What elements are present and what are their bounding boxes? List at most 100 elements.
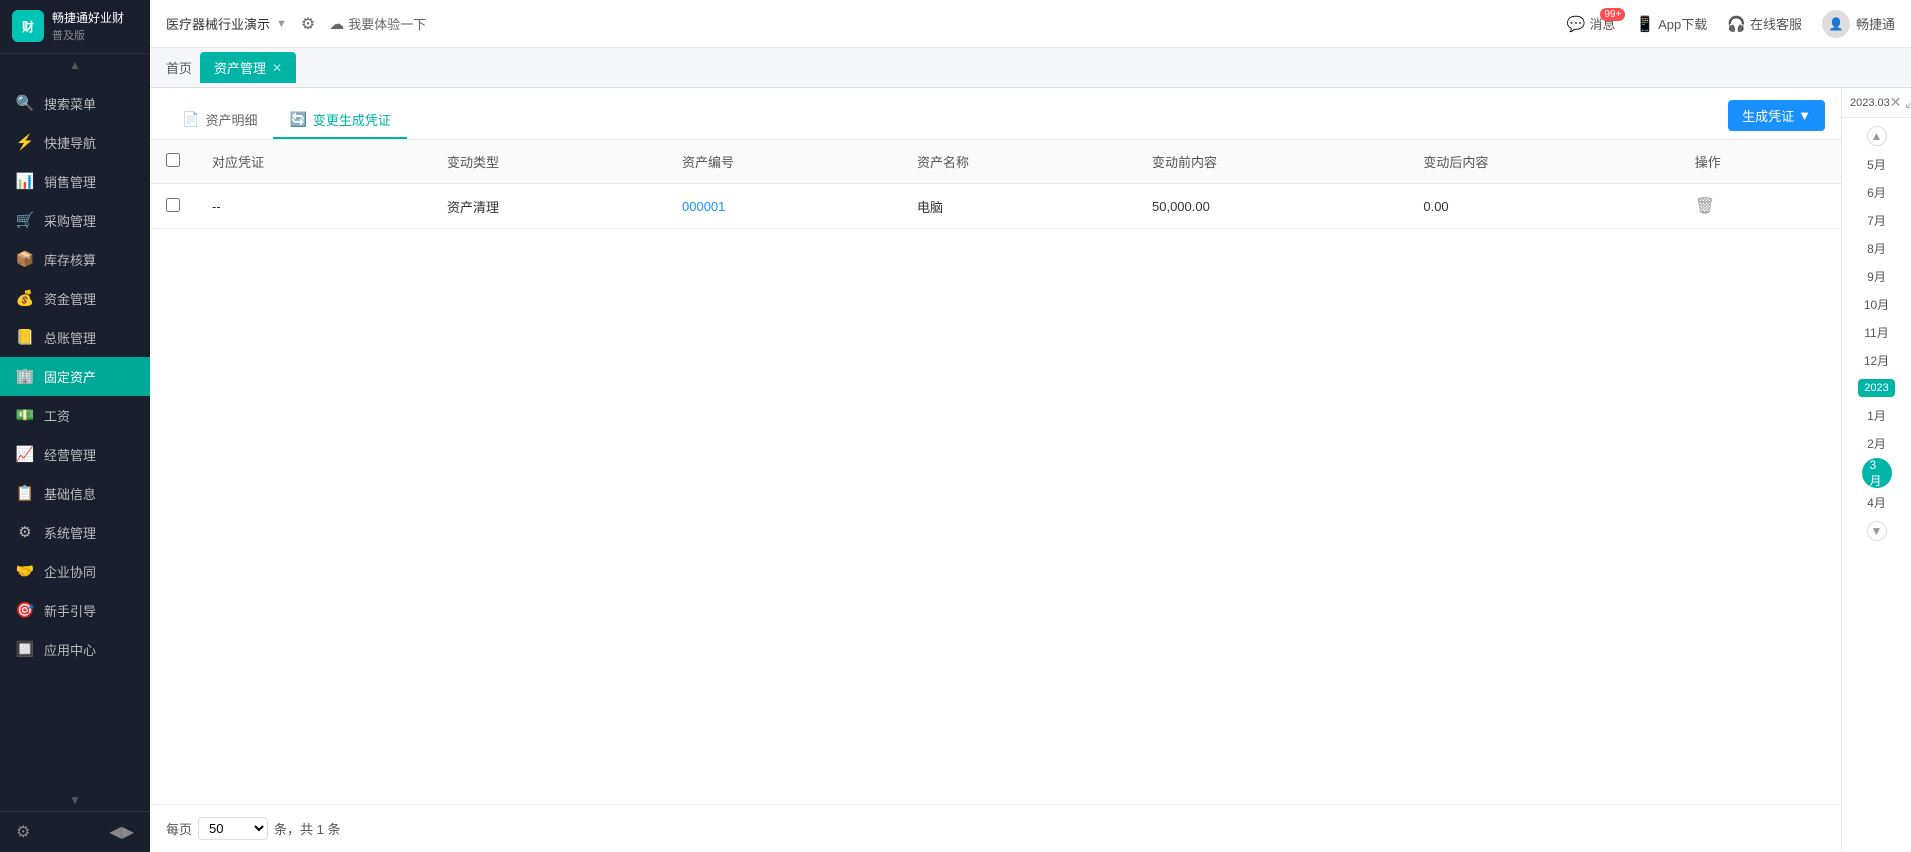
topbar: 医疗器械行业演示 ▼ ⚙ ☁ 我要体验一下 💬 消息 99+ 📱 App下载 🎧… (150, 0, 1911, 48)
date-scroll-up[interactable]: ▲ (1842, 122, 1911, 150)
logo: 财 畅捷通好业财 普及版 (0, 0, 150, 54)
payroll-icon: 💵 (16, 406, 34, 424)
collapse-icon[interactable]: ◀▶ (109, 822, 134, 842)
cell-before-content: 50,000.00 (1136, 184, 1407, 229)
date-panel-controls: ✕ ⤢ (1890, 94, 1911, 111)
sales-icon: 📊 (16, 172, 34, 190)
date-month-8[interactable]: 8月 (1846, 235, 1907, 262)
sidebar-item-inventory[interactable]: 📦 库存核算 (0, 240, 150, 279)
sidebar-label-quicknav: 快捷导航 (44, 133, 96, 152)
settings-icon[interactable]: ⚙ (16, 822, 30, 842)
sidebar-item-purchase[interactable]: 🛒 采购管理 (0, 201, 150, 240)
subtab-asset-detail[interactable]: 📄 资产明细 (166, 102, 273, 139)
cell-asset-name: 电脑 (901, 184, 1136, 229)
sidebar-item-search[interactable]: 🔍 搜索菜单 (0, 84, 150, 123)
search-icon: 🔍 (16, 94, 34, 112)
date-month-5[interactable]: 5月 (1846, 151, 1907, 178)
cell-asset-code[interactable]: 000001 (666, 184, 901, 229)
sidebar-item-appcenter[interactable]: 🔲 应用中心 (0, 630, 150, 669)
experience-label: 我要体验一下 (348, 14, 426, 33)
header-after-content: 变动后内容 (1407, 140, 1678, 184)
sidebar-item-guide[interactable]: 🎯 新手引导 (0, 591, 150, 630)
pagination: 每页 50 10 20 100 条，共 1 条 (150, 804, 1841, 852)
sidebar-label-funds: 资金管理 (44, 289, 96, 308)
header-asset-name: 资产名称 (901, 140, 1136, 184)
main-panel: 📄 资产明细 🔄 变更生成凭证 生成凭证 ▼ (150, 88, 1841, 852)
date-month-2023-4[interactable]: 4月 (1846, 489, 1907, 516)
sidebar-item-funds[interactable]: 💰 资金管理 (0, 279, 150, 318)
sidebar-item-assets[interactable]: 🏢 固定资产 (0, 357, 150, 396)
sidebar-scroll-up[interactable]: ▲ (0, 54, 150, 76)
year-2023-label[interactable]: 2023 (1858, 379, 1894, 397)
topbar-settings-icon[interactable]: ⚙ (301, 14, 315, 34)
row-checkbox[interactable] (166, 198, 180, 212)
date-month-12[interactable]: 12月 (1846, 347, 1907, 374)
cloud-icon: ☁ (329, 15, 344, 33)
date-month-7[interactable]: 7月 (1846, 207, 1907, 234)
company-chevron-icon: ▼ (276, 18, 287, 30)
ledger-icon: 📒 (16, 328, 34, 346)
table-row: -- 资产清理 000001 电脑 50,000.00 0.00 🗑 (150, 184, 1841, 229)
sidebar-item-basic[interactable]: 📋 基础信息 (0, 474, 150, 513)
header-change-type: 变动类型 (431, 140, 666, 184)
tab-home[interactable]: 首页 (166, 58, 192, 77)
date-panel-close-icon[interactable]: ✕ (1890, 94, 1902, 111)
company-selector[interactable]: 医疗器械行业演示 ▼ (166, 14, 287, 33)
topbar-right: 💬 消息 99+ 📱 App下载 🎧 在线客服 👤 畅捷通 (1567, 10, 1895, 38)
content-area: 📄 资产明细 🔄 变更生成凭证 生成凭证 ▼ (150, 88, 1911, 852)
header-voucher: 对应凭证 (196, 140, 431, 184)
user-menu[interactable]: 👤 畅捷通 (1822, 10, 1895, 38)
sidebar-item-collab[interactable]: 🤝 企业协同 (0, 552, 150, 591)
date-month-10[interactable]: 10月 (1846, 291, 1907, 318)
row-checkbox-cell (150, 184, 196, 229)
sidebar-item-sales[interactable]: 📊 销售管理 (0, 162, 150, 201)
generate-chevron-icon: ▼ (1798, 108, 1811, 123)
experience-button[interactable]: ☁ 我要体验一下 (329, 14, 426, 33)
sidebar-scroll-down[interactable]: ▼ (0, 789, 150, 811)
sidebar-item-quicknav[interactable]: ⚡ 快捷导航 (0, 123, 150, 162)
change-voucher-icon: 🔄 (289, 111, 306, 128)
username: 畅捷通 (1856, 14, 1895, 33)
date-month-11[interactable]: 11月 (1846, 319, 1907, 346)
date-panel-header: 2023.03 ✕ ⤢ (1842, 88, 1911, 118)
app-download-button[interactable]: 📱 App下载 (1635, 14, 1707, 33)
per-page-label: 每页 (166, 819, 192, 838)
generate-voucher-button[interactable]: 生成凭证 ▼ (1728, 100, 1825, 131)
delete-row-button[interactable]: 🗑 (1695, 198, 1715, 215)
quicknav-icon: ⚡ (16, 133, 34, 151)
sidebar-label-inventory: 库存核算 (44, 250, 96, 269)
year-2023-wrapper: 2023 (1842, 375, 1911, 401)
sidebar-item-system[interactable]: ⚙ 系统管理 (0, 513, 150, 552)
customer-service-button[interactable]: 🎧 在线客服 (1727, 14, 1802, 33)
inventory-icon: 📦 (16, 250, 34, 268)
purchase-icon: 🛒 (16, 211, 34, 229)
sidebar-item-ledger[interactable]: 📒 总账管理 (0, 318, 150, 357)
logo-icon: 财 (12, 10, 44, 42)
messages-button[interactable]: 💬 消息 99+ (1567, 14, 1616, 33)
topbar-left: 医疗器械行业演示 ▼ ⚙ ☁ 我要体验一下 (166, 14, 1567, 34)
date-month-2023-2[interactable]: 2月 (1846, 430, 1907, 457)
date-month-2023-3[interactable]: 3月 (1862, 458, 1892, 488)
generate-label: 生成凭证 (1742, 106, 1794, 125)
scroll-down-circle[interactable]: ▼ (1867, 521, 1887, 541)
headset-icon: 🎧 (1727, 15, 1746, 33)
date-month-6[interactable]: 6月 (1846, 179, 1907, 206)
select-all-checkbox[interactable] (166, 153, 180, 167)
sidebar-label-assets: 固定资产 (44, 367, 96, 386)
date-month-9[interactable]: 9月 (1846, 263, 1907, 290)
subtab-change-voucher[interactable]: 🔄 变更生成凭证 (273, 102, 406, 139)
subtab-change-label: 变更生成凭证 (313, 110, 391, 129)
guide-icon: 🎯 (16, 601, 34, 619)
per-page-select[interactable]: 50 10 20 100 (198, 817, 268, 840)
logo-subtitle: 普及版 (52, 27, 124, 43)
sidebar-item-payroll[interactable]: 💵 工资 (0, 396, 150, 435)
funds-icon: 💰 (16, 289, 34, 307)
tab-asset-management[interactable]: 资产管理 ✕ (200, 52, 296, 83)
date-panel-expand-icon[interactable]: ⤢ (1906, 94, 1911, 111)
date-month-2023-1[interactable]: 1月 (1846, 402, 1907, 429)
sidebar-item-operations[interactable]: 📈 经营管理 (0, 435, 150, 474)
collab-icon: 🤝 (16, 562, 34, 580)
scroll-up-circle[interactable]: ▲ (1867, 126, 1887, 146)
date-scroll-down[interactable]: ▼ (1842, 517, 1911, 545)
tab-close-icon[interactable]: ✕ (272, 61, 282, 75)
